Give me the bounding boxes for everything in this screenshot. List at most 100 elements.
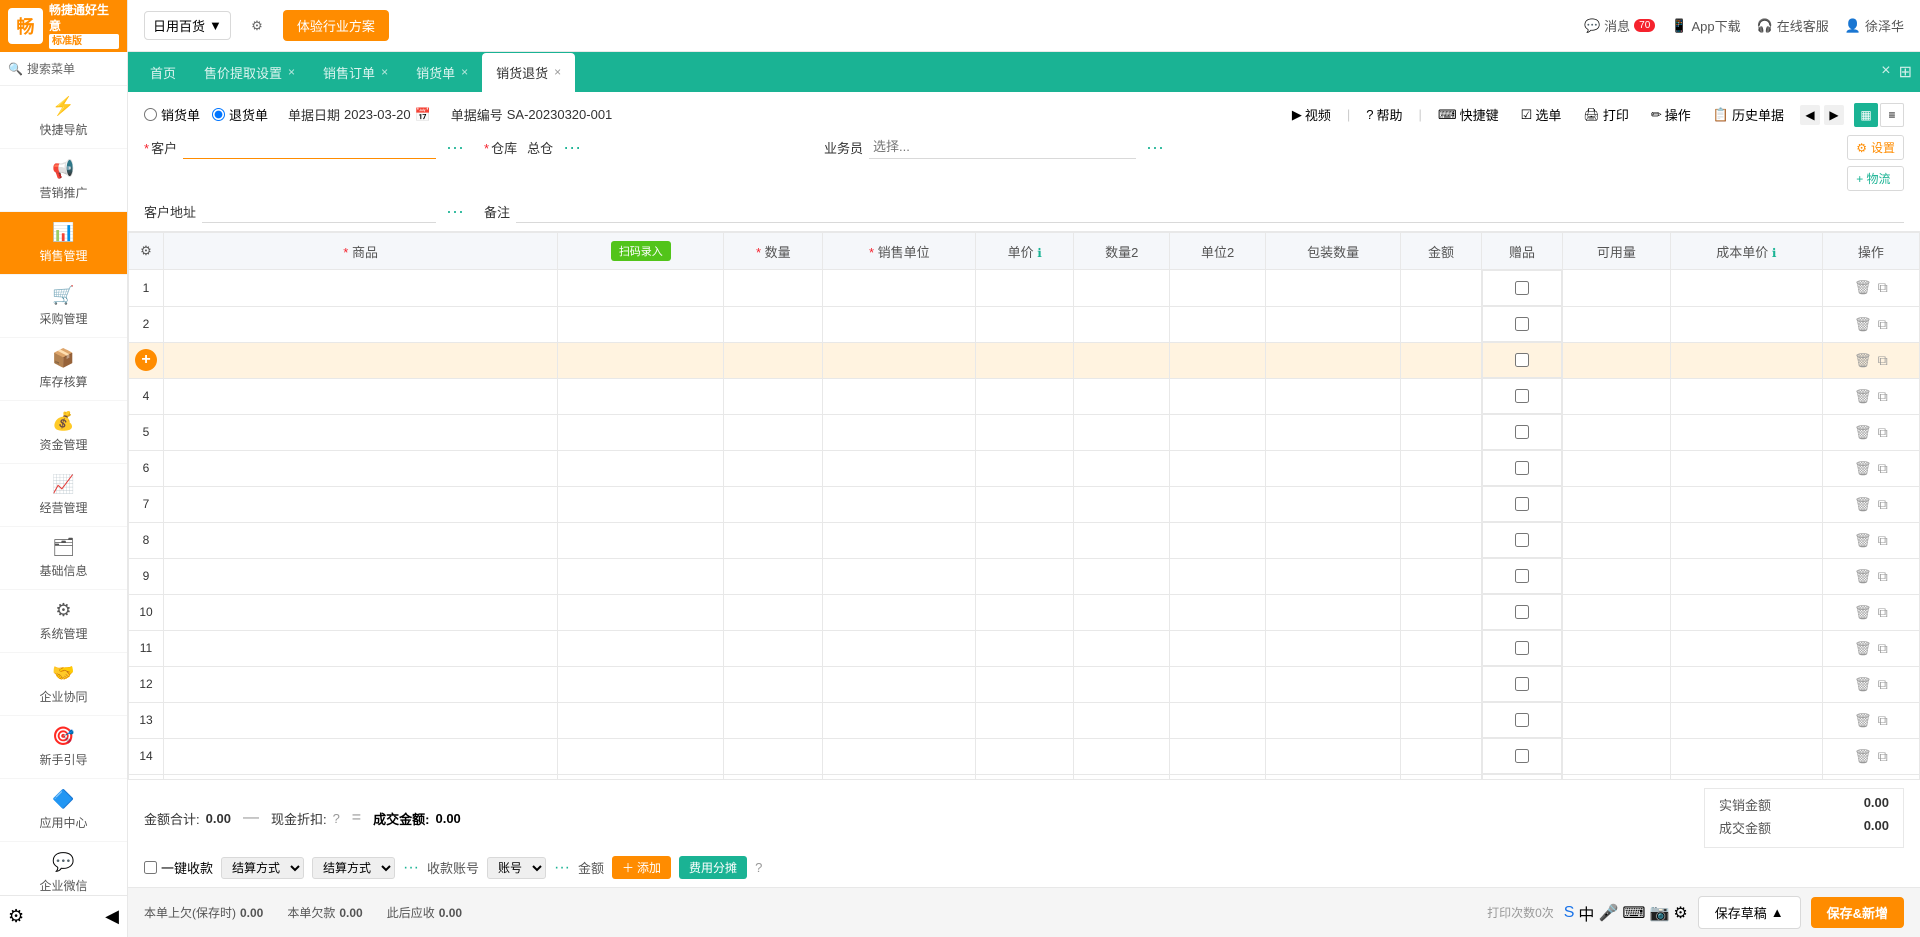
radio-sales-return[interactable]: 退货单 — [212, 105, 268, 124]
operate-btn[interactable]: ✏ 操作 — [1645, 102, 1697, 127]
sidebar-item-shortcut[interactable]: ⚡ 快捷导航 — [0, 86, 127, 149]
select-order-btn[interactable]: ☑ 选单 — [1515, 102, 1568, 127]
cost-price-info-icon[interactable]: ℹ — [1772, 246, 1777, 260]
tab-price-settings[interactable]: 售价提取设置 × — [190, 53, 309, 92]
delete-icon[interactable]: 🗑 — [1854, 316, 1872, 333]
copy-icon[interactable]: ⧉ — [1878, 279, 1888, 296]
copy-icon[interactable]: ⧉ — [1878, 316, 1888, 333]
sidebar-item-basic[interactable]: 🗂 基础信息 — [0, 527, 127, 590]
copy-icon[interactable]: ⧉ — [1878, 676, 1888, 693]
gift-checkbox[interactable] — [1515, 425, 1529, 439]
gift-checkbox[interactable] — [1515, 713, 1529, 727]
price-info-icon[interactable]: ℹ — [1037, 246, 1042, 260]
sidebar-item-apps[interactable]: 🔷 应用中心 — [0, 779, 127, 842]
scroll-left[interactable]: ◀ — [1800, 105, 1820, 125]
gift-checkbox[interactable] — [1515, 461, 1529, 475]
add-payment-btn[interactable]: ＋ 添加 — [612, 856, 671, 879]
sidebar-item-purchase[interactable]: 🛒 采购管理 — [0, 275, 127, 338]
gift-checkbox[interactable] — [1515, 749, 1529, 763]
setting-button[interactable]: ⚙ 设置 — [1847, 135, 1904, 160]
gift-checkbox[interactable] — [1515, 497, 1529, 511]
delete-icon[interactable]: 🗑 — [1854, 640, 1872, 657]
add-payment-button[interactable]: ＋ 添加 — [612, 856, 671, 879]
save-new-button[interactable]: 保存&新增 — [1811, 897, 1904, 928]
delete-icon[interactable]: 🗑 — [1854, 676, 1872, 693]
account-dots[interactable]: ··· — [403, 859, 419, 877]
video-btn[interactable]: ▶ 视频 — [1286, 102, 1337, 127]
gift-checkbox[interactable] — [1515, 677, 1529, 691]
grid-view-btn[interactable]: ▦ — [1854, 103, 1878, 127]
copy-icon[interactable]: ⧉ — [1878, 604, 1888, 621]
online-service-button[interactable]: 🎧 在线客服 — [1757, 16, 1829, 35]
add-row-button[interactable]: + — [135, 349, 157, 371]
tab-close-icon[interactable]: × — [461, 65, 468, 79]
add-logistics-button[interactable]: + 物流 — [1847, 166, 1904, 191]
discount-help-icon[interactable]: ? — [333, 811, 340, 826]
help-btn[interactable]: ? 帮助 — [1360, 102, 1408, 127]
sidebar-item-operations[interactable]: 📈 经营管理 — [0, 464, 127, 527]
sidebar-item-finance[interactable]: 💰 资金管理 — [0, 401, 127, 464]
gift-checkbox[interactable] — [1515, 353, 1529, 367]
gift-checkbox[interactable] — [1515, 317, 1529, 331]
collapse-icon[interactable]: ◀ — [105, 906, 119, 927]
tab-close-icon[interactable]: × — [381, 65, 388, 79]
staff-select-icon[interactable]: ··· — [1146, 137, 1164, 158]
delete-icon[interactable]: 🗑 — [1854, 712, 1872, 729]
copy-icon[interactable]: ⧉ — [1878, 460, 1888, 477]
history-btn[interactable]: 📋 历史单据 — [1707, 102, 1790, 127]
scan-input-button[interactable]: 扫码录入 — [611, 241, 671, 261]
copy-icon[interactable]: ⧉ — [1878, 640, 1888, 657]
list-view-btn[interactable]: ≡ — [1880, 103, 1904, 127]
delete-icon[interactable]: 🗑 — [1854, 388, 1872, 405]
copy-icon[interactable]: ⧉ — [1878, 388, 1888, 405]
delete-icon[interactable]: 🗑 — [1854, 748, 1872, 765]
settings-icon[interactable]: ⚙ — [8, 906, 24, 927]
copy-icon[interactable]: ⧉ — [1878, 532, 1888, 549]
gift-checkbox[interactable] — [1515, 569, 1529, 583]
tab-close-icon[interactable]: × — [554, 65, 561, 79]
copy-icon[interactable]: ⧉ — [1878, 748, 1888, 765]
gift-checkbox[interactable] — [1515, 533, 1529, 547]
sidebar-item-inventory[interactable]: 📦 库存核算 — [0, 338, 127, 401]
delete-icon[interactable]: 🗑 — [1854, 496, 1872, 513]
tab-sales-order[interactable]: 销售订单 × — [309, 53, 402, 92]
gift-checkbox[interactable] — [1515, 605, 1529, 619]
expand-tab-icon[interactable]: ⊞ — [1899, 62, 1912, 82]
address-select-icon[interactable]: ··· — [446, 201, 464, 222]
close-tab-icon[interactable]: × — [1881, 62, 1890, 82]
product-input[interactable] — [170, 353, 551, 368]
expense-help-icon[interactable]: ? — [755, 860, 762, 875]
calendar-icon[interactable]: 📅 — [415, 107, 431, 123]
delete-icon[interactable]: 🗑 — [1854, 279, 1872, 296]
account-no-dots[interactable]: ··· — [554, 859, 570, 877]
accounting-select[interactable]: 结算方式 — [221, 857, 304, 879]
warehouse-select-icon[interactable]: ··· — [563, 137, 581, 158]
delete-icon[interactable]: 🗑 — [1854, 352, 1872, 369]
sidebar-item-guide[interactable]: 🎯 新手引导 — [0, 716, 127, 779]
address-input[interactable] — [202, 199, 436, 223]
tab-sales-return[interactable]: 销货退货 × — [482, 53, 575, 92]
delete-icon[interactable]: 🗑 — [1854, 424, 1872, 441]
gift-checkbox[interactable] — [1515, 641, 1529, 655]
copy-icon[interactable]: ⧉ — [1878, 424, 1888, 441]
save-draft-button[interactable]: 保存草稿 ▲ — [1698, 896, 1801, 929]
scroll-right[interactable]: ▶ — [1824, 105, 1844, 125]
gear-icon[interactable]: ⚙ — [243, 12, 271, 40]
copy-icon[interactable]: ⧉ — [1878, 568, 1888, 585]
account-no-select[interactable]: 账号 — [487, 857, 546, 879]
one-click-payment-checkbox[interactable] — [144, 861, 157, 874]
customer-input[interactable] — [183, 135, 436, 159]
customer-select-icon[interactable]: ··· — [446, 137, 464, 158]
sidebar-item-enterprise[interactable]: 🤝 企业协同 — [0, 653, 127, 716]
delete-icon[interactable]: 🗑 — [1854, 604, 1872, 621]
trial-button[interactable]: 体验行业方案 — [283, 10, 389, 41]
radio-sales-delivery[interactable]: 销货单 — [144, 105, 200, 124]
sidebar-item-system[interactable]: ⚙ 系统管理 — [0, 590, 127, 653]
print-btn[interactable]: 🖨 打印 — [1577, 102, 1635, 127]
copy-icon[interactable]: ⧉ — [1878, 496, 1888, 513]
sidebar-item-sales[interactable]: 📊 销售管理 — [0, 212, 127, 275]
shortcut-btn[interactable]: ⌨ 快捷键 — [1432, 102, 1505, 127]
sidebar-item-marketing[interactable]: 📢 营销推广 — [0, 149, 127, 212]
expense-split-button[interactable]: 费用分摊 — [679, 856, 747, 879]
staff-input[interactable] — [869, 135, 1136, 159]
